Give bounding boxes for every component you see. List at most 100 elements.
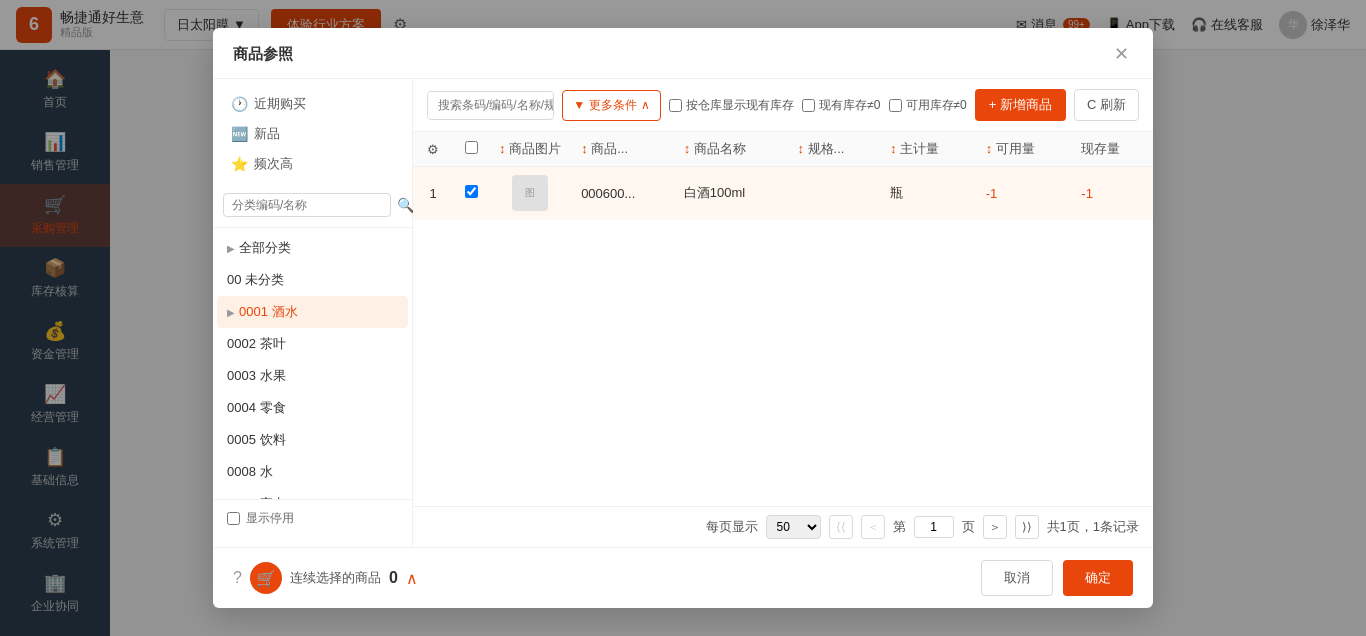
- page-unit: 页: [962, 518, 975, 536]
- cat-item-appliances[interactable]: 0010 家电: [217, 488, 408, 499]
- td-row-num: 1: [413, 167, 453, 220]
- checkbox-available-nonzero-label: 可用库存≠0: [906, 97, 967, 114]
- th-checkbox: [453, 132, 489, 167]
- th-unit: ↕ 主计量: [880, 132, 976, 167]
- cart-label: 连续选择的商品: [290, 569, 381, 587]
- arrow-right-icon-alcohol: ▶: [227, 307, 235, 318]
- th-settings: ⚙: [413, 132, 453, 167]
- star-icon: ⭐: [231, 156, 248, 172]
- next-page-button[interactable]: ＞: [983, 515, 1007, 539]
- add-product-button[interactable]: + 新增商品: [975, 89, 1066, 121]
- quick-link-recent-label: 近期购买: [254, 95, 306, 113]
- cancel-button[interactable]: 取消: [981, 560, 1053, 596]
- th-spec-label: 规格...: [808, 141, 845, 156]
- th-name-label: 商品名称: [694, 141, 746, 156]
- filter-button[interactable]: ▼ 更多条件 ∧: [562, 90, 661, 121]
- checkbox-available-nonzero[interactable]: 可用库存≠0: [889, 97, 967, 114]
- first-page-button[interactable]: ⟨⟨: [829, 515, 853, 539]
- gear-icon[interactable]: ⚙: [427, 142, 439, 157]
- category-search-icon[interactable]: 🔍: [397, 197, 414, 213]
- cat-item-fruit[interactable]: 0003 水果: [217, 360, 408, 392]
- product-panel: 🔍 ▼ 更多条件 ∧ 按仓库显示现有库存 现有库存≠0: [413, 79, 1153, 547]
- checkbox-stock-nonzero[interactable]: 现有库存≠0: [802, 97, 880, 114]
- filter-label: 更多条件: [589, 97, 637, 114]
- filter-arrow-icon: ∧: [641, 98, 650, 112]
- clock-icon: 🕐: [231, 96, 248, 112]
- row-checkbox[interactable]: [465, 185, 478, 198]
- modal-body: 🕐 近期购买 🆕 新品 ⭐ 频次高 🔍: [213, 79, 1153, 547]
- th-spec-sort-icon: ↕: [797, 141, 804, 156]
- prev-page-button[interactable]: ＜: [861, 515, 885, 539]
- close-icon[interactable]: ✕: [1109, 42, 1133, 66]
- show-disabled-checkbox[interactable]: [227, 512, 240, 525]
- cat-item-tea[interactable]: 0002 茶叶: [217, 328, 408, 360]
- modal-header: 商品参照 ✕: [213, 28, 1153, 79]
- cat-label-water: 0008 水: [227, 463, 273, 481]
- product-table: ⚙ ↕ 商品图片 ↕: [413, 132, 1153, 220]
- th-available-sort-icon: ↕: [986, 141, 993, 156]
- page-number-input[interactable]: [914, 516, 954, 538]
- cat-label-alcohol: 0001 酒水: [239, 303, 298, 321]
- cat-label-tea: 0002 茶叶: [227, 335, 286, 353]
- refresh-button[interactable]: C 刷新: [1074, 89, 1139, 121]
- td-image: 图: [489, 167, 571, 220]
- cat-item-drinks[interactable]: 0005 饮料: [217, 424, 408, 456]
- category-panel: 🕐 近期购买 🆕 新品 ⭐ 频次高 🔍: [213, 79, 413, 547]
- help-icon[interactable]: ?: [233, 569, 242, 587]
- th-code: ↕ 商品...: [571, 132, 674, 167]
- quick-links: 🕐 近期购买 🆕 新品 ⭐ 频次高: [213, 89, 412, 179]
- td-stock: -1: [1071, 167, 1153, 220]
- th-image-label: 商品图片: [509, 141, 561, 156]
- th-unit-sort-icon: ↕: [890, 141, 897, 156]
- cat-label-fruit: 0003 水果: [227, 367, 286, 385]
- cat-item-alcohol[interactable]: ▶ 0001 酒水: [217, 296, 408, 328]
- pagination-bar: 每页显示 50 100 ⟨⟨ ＜ 第 页 ＞ ⟩⟩ 共1页，1条记录: [413, 506, 1153, 547]
- cart-section: ? 🛒 连续选择的商品 0 ∧: [233, 562, 969, 594]
- category-search-input[interactable]: [223, 193, 391, 217]
- checkbox-warehouse-input[interactable]: [669, 99, 682, 112]
- toolbar-right: + 新增商品 C 刷新: [975, 89, 1139, 121]
- per-page-select[interactable]: 50 100: [766, 515, 821, 539]
- page-info: 共1页，1条记录: [1047, 518, 1139, 536]
- cat-label-snacks: 0004 零食: [227, 399, 286, 417]
- checkbox-stock-nonzero-input[interactable]: [802, 99, 815, 112]
- show-disabled-label: 显示停用: [246, 510, 294, 527]
- quick-link-frequent[interactable]: ⭐ 频次高: [223, 149, 402, 179]
- td-unit: 瓶: [880, 167, 976, 220]
- category-list: ▶ 全部分类 00 未分类 ▶ 0001 酒水 0002 茶叶 0003 水果: [213, 232, 412, 499]
- td-checkbox: [453, 167, 489, 220]
- table-row[interactable]: 1 图 000600... 白酒100ml 瓶: [413, 167, 1153, 220]
- th-name-sort-icon: ↕: [684, 141, 691, 156]
- th-code-label: 商品...: [591, 141, 628, 156]
- new-icon: 🆕: [231, 126, 248, 142]
- quick-link-new[interactable]: 🆕 新品: [223, 119, 402, 149]
- th-available-label: 可用量: [996, 141, 1035, 156]
- th-code-sort-icon: ↕: [581, 141, 588, 156]
- modal-overlay: 商品参照 ✕ 🕐 近期购买 🆕 新品 ⭐: [0, 0, 1366, 636]
- checkbox-stock-nonzero-label: 现有库存≠0: [819, 97, 880, 114]
- product-search-input[interactable]: [428, 92, 554, 118]
- cat-item-uncategorized[interactable]: 00 未分类: [217, 264, 408, 296]
- confirm-button[interactable]: 确定: [1063, 560, 1133, 596]
- select-all-checkbox[interactable]: [465, 141, 478, 154]
- cat-item-water[interactable]: 0008 水: [217, 456, 408, 488]
- quick-link-recent[interactable]: 🕐 近期购买: [223, 89, 402, 119]
- arrow-right-icon: ▶: [227, 243, 235, 254]
- product-search-wrap: 🔍: [427, 91, 554, 120]
- table-header-row: ⚙ ↕ 商品图片 ↕: [413, 132, 1153, 167]
- collapse-icon[interactable]: ∧: [406, 569, 418, 588]
- quick-link-new-label: 新品: [254, 125, 280, 143]
- show-disabled-row: 显示停用: [213, 499, 412, 537]
- modal-footer: ? 🛒 连续选择的商品 0 ∧ 取消 确定: [213, 547, 1153, 608]
- cat-label-all: 全部分类: [239, 239, 291, 257]
- filter-icon: ▼: [573, 98, 585, 112]
- cat-item-snacks[interactable]: 0004 零食: [217, 392, 408, 424]
- th-name: ↕ 商品名称: [674, 132, 788, 167]
- product-reference-modal: 商品参照 ✕ 🕐 近期购买 🆕 新品 ⭐: [213, 28, 1153, 608]
- checkbox-available-nonzero-input[interactable]: [889, 99, 902, 112]
- cart-icon: 🛒: [250, 562, 282, 594]
- checkbox-warehouse[interactable]: 按仓库显示现有库存: [669, 97, 794, 114]
- cat-item-all[interactable]: ▶ 全部分类: [217, 232, 408, 264]
- last-page-button[interactable]: ⟩⟩: [1015, 515, 1039, 539]
- toolbar: 🔍 ▼ 更多条件 ∧ 按仓库显示现有库存 现有库存≠0: [413, 79, 1153, 132]
